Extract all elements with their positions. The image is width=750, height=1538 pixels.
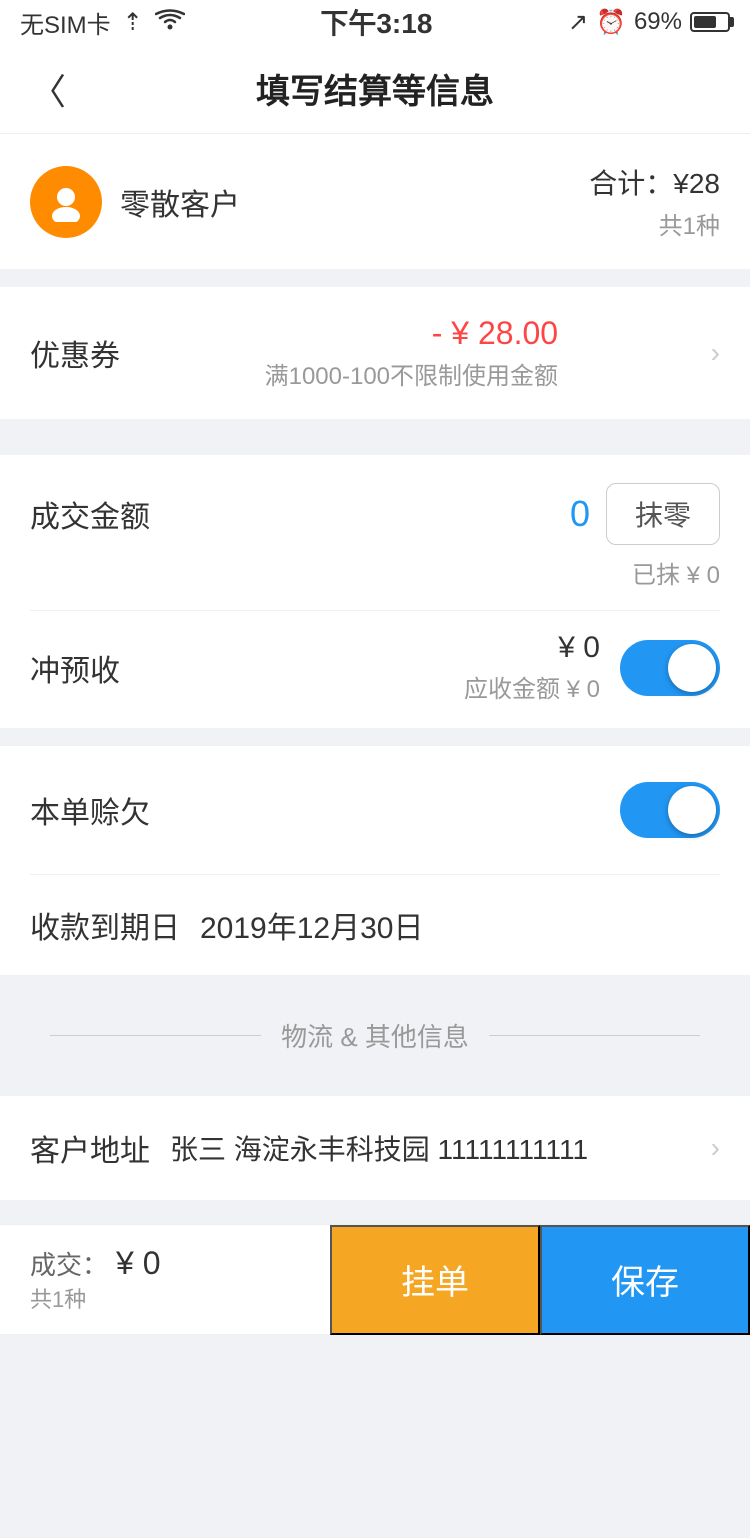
page-title: 填写结算等信息: [256, 64, 494, 113]
credit-label: 本单赊欠: [30, 788, 150, 832]
customer-name: 零散客户: [120, 180, 240, 224]
nav-bar: 〈 填写结算等信息: [0, 44, 750, 134]
logistics-section: 物流 & 其他信息: [0, 993, 750, 1078]
section-gap-2: [0, 728, 750, 746]
coupon-card[interactable]: 优惠券 - ¥ 28.00 满1000-100不限制使用金额 ›: [0, 287, 750, 419]
battery-icon: [690, 12, 730, 32]
wifi-signal-icon: [155, 8, 185, 37]
credit-toggle[interactable]: [620, 782, 720, 838]
section-gap-5: [0, 1200, 750, 1218]
coupon-right: - ¥ 28.00 满1000-100不限制使用金额: [265, 315, 558, 391]
prepay-toggle[interactable]: [620, 640, 720, 696]
pending-button[interactable]: 挂单: [330, 1225, 540, 1335]
bottom-transaction-label: 成交：: [30, 1245, 108, 1282]
section-gap-3: [0, 975, 750, 993]
address-label: 客户地址: [30, 1126, 150, 1170]
status-left: 无SIM卡 ⇡: [20, 5, 185, 40]
address-chevron-icon: ›: [711, 1132, 720, 1164]
save-button[interactable]: 保存: [540, 1225, 750, 1335]
due-date-row[interactable]: 收款到期日 2019年12月30日: [0, 875, 750, 975]
address-value: 张三 海淀永丰科技园 11111111111: [170, 1128, 703, 1168]
prepay-amounts: ¥ 0 应收金额 ¥ 0: [464, 631, 600, 704]
alarm-icon: ⏰: [596, 8, 626, 37]
prepay-label: 冲预收: [30, 646, 120, 690]
logistics-header: 物流 & 其他信息: [0, 993, 750, 1078]
coupon-label: 优惠券: [30, 331, 120, 375]
customer-right: 合计：¥28 共1种: [589, 162, 720, 241]
prepay-sub: 应收金额 ¥ 0: [464, 669, 600, 704]
prepay-right: ¥ 0 应收金额 ¥ 0: [464, 631, 720, 704]
credit-row: 本单赊欠: [0, 746, 750, 874]
transaction-sub: 已抹 ¥ 0: [0, 555, 750, 610]
section-gap-1: [0, 437, 750, 455]
credit-section: 本单赊欠 收款到期日 2019年12月30日: [0, 746, 750, 975]
subtracted-label: 已抹 ¥ 0: [632, 555, 720, 590]
total-count: 共1种: [589, 206, 720, 241]
prepay-amount: ¥ 0: [464, 631, 600, 665]
customer-row: 零散客户 合计：¥28 共1种: [0, 134, 750, 269]
back-button[interactable]: 〈: [30, 63, 66, 115]
total-label: 合计：¥28: [589, 162, 720, 202]
location-icon: ↗: [568, 8, 588, 37]
coupon-amount: - ¥ 28.00: [265, 315, 558, 352]
section-gap-4: [0, 1078, 750, 1096]
bottom-left: 成交： ¥ 0 共1种: [0, 1245, 330, 1314]
status-bar: 无SIM卡 ⇡ 下午3:18 ↗ ⏰ 69%: [0, 0, 750, 44]
battery-fill: [694, 16, 716, 28]
due-date-label: 收款到期日: [30, 903, 180, 947]
battery-percent: 69%: [634, 8, 682, 36]
coupon-row[interactable]: 优惠券 - ¥ 28.00 满1000-100不限制使用金额 ›: [0, 287, 750, 419]
customer-left: 零散客户: [30, 166, 240, 238]
address-row[interactable]: 客户地址 张三 海淀永丰科技园 11111111111 ›: [0, 1096, 750, 1200]
bottom-count: 共1种: [30, 1282, 300, 1314]
transaction-value[interactable]: 0: [550, 493, 590, 535]
carrier-label: 无SIM卡: [20, 5, 111, 40]
due-date-value: 2019年12月30日: [200, 903, 423, 947]
transaction-label: 成交金额: [30, 492, 150, 536]
toggle-knob: [668, 644, 716, 692]
bottom-bar: 成交： ¥ 0 共1种 挂单 保存: [0, 1224, 750, 1334]
customer-card: 零散客户 合计：¥28 共1种: [0, 134, 750, 269]
credit-toggle-knob: [668, 786, 716, 834]
chevron-right-icon: ›: [711, 337, 720, 369]
bottom-amount: ¥ 0: [116, 1245, 160, 1282]
transaction-section: 成交金额 0 抹零 已抹 ¥ 0 冲预收 ¥ 0 应收金额 ¥ 0: [0, 455, 750, 728]
coupon-desc: 满1000-100不限制使用金额: [265, 356, 558, 391]
status-time: 下午3:18: [320, 2, 432, 42]
amount-input-area: 0 抹零: [550, 483, 720, 545]
round-off-button[interactable]: 抹零: [606, 483, 720, 545]
address-section: 客户地址 张三 海淀永丰科技园 11111111111 ›: [0, 1096, 750, 1200]
status-right: ↗ ⏰ 69%: [568, 8, 730, 37]
wifi-icon: ⇡: [123, 8, 143, 37]
logistics-title: 物流 & 其他信息: [281, 1017, 469, 1054]
avatar: [30, 166, 102, 238]
transaction-row: 成交金额 0 抹零: [0, 455, 750, 555]
prepay-row: 冲预收 ¥ 0 应收金额 ¥ 0: [0, 611, 750, 728]
